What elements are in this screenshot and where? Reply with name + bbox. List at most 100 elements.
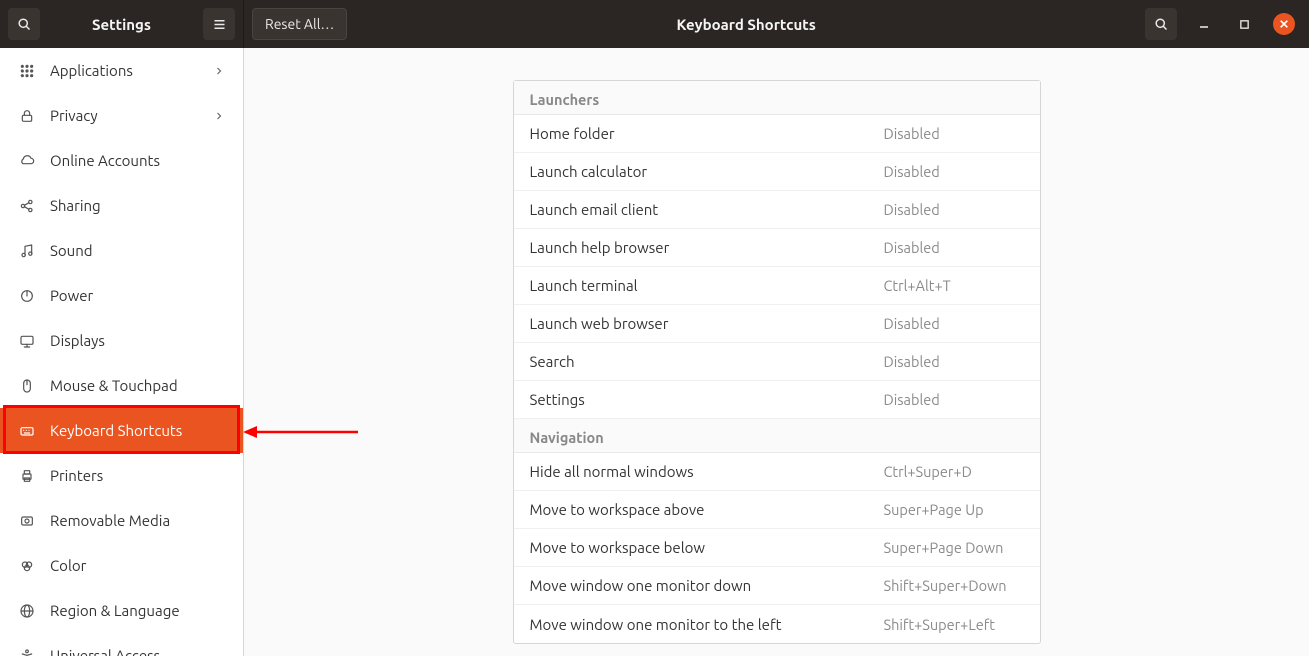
shortcut-action-label: Hide all normal windows — [530, 463, 884, 480]
window-maximize-button[interactable] — [1233, 13, 1255, 35]
reset-all-button[interactable]: Reset All… — [252, 8, 347, 40]
sidebar-item-keyboard-shortcuts[interactable]: Keyboard Shortcuts — [0, 408, 243, 453]
shortcut-action-label: Launch help browser — [530, 239, 884, 256]
shortcut-key-label: Ctrl+Super+D — [884, 463, 1024, 480]
shortcut-row[interactable]: Home folderDisabled — [514, 115, 1040, 153]
shortcut-action-label: Move window one monitor to the left — [530, 616, 884, 633]
shortcut-action-label: Home folder — [530, 125, 884, 142]
reset-all-label: Reset All… — [265, 16, 334, 32]
sidebar-item-sharing[interactable]: Sharing — [0, 183, 243, 228]
titlebar: Settings Reset All… Keyboard Shortcuts — [0, 0, 1309, 48]
shortcut-action-label: Settings — [530, 391, 884, 408]
shortcut-action-label: Launch web browser — [530, 315, 884, 332]
shortcut-key-label: Disabled — [884, 391, 1024, 408]
shortcut-action-label: Move window one monitor down — [530, 577, 884, 594]
shortcut-action-label: Launch calculator — [530, 163, 884, 180]
sidebar-item-label: Power — [50, 287, 225, 304]
shortcut-row[interactable]: Move window one monitor downShift+Super+… — [514, 567, 1040, 605]
sidebar-item-privacy[interactable]: Privacy — [0, 93, 243, 138]
shortcut-key-label: Disabled — [884, 353, 1024, 370]
shortcut-action-label: Launch terminal — [530, 277, 884, 294]
shortcut-row[interactable]: Launch email clientDisabled — [514, 191, 1040, 229]
sidebar-item-label: Displays — [50, 332, 225, 349]
hamburger-menu-button[interactable] — [203, 8, 235, 40]
shortcut-key-label: Disabled — [884, 201, 1024, 218]
display-icon — [18, 333, 36, 349]
sidebar-item-removable-media[interactable]: Removable Media — [0, 498, 243, 543]
sidebar: ApplicationsPrivacy Online Accounts Sharin… — [0, 48, 244, 656]
chevron-right-icon — [213, 65, 225, 77]
group-header: Launchers — [514, 81, 1040, 115]
search-icon — [17, 17, 32, 32]
shortcut-row[interactable]: Hide all normal windowsCtrl+Super+D — [514, 453, 1040, 491]
shortcut-key-label: Ctrl+Alt+T — [884, 277, 1024, 294]
shortcut-row[interactable]: Launch web browserDisabled — [514, 305, 1040, 343]
shortcut-key-label: Disabled — [884, 163, 1024, 180]
sidebar-item-printers[interactable]: Printers — [0, 453, 243, 498]
sidebar-item-label: Sound — [50, 242, 225, 259]
shortcut-row[interactable]: Launch terminalCtrl+Alt+T — [514, 267, 1040, 305]
content-area: LaunchersHome folderDisabledLaunch calcu… — [244, 48, 1309, 656]
sidebar-item-label: Online Accounts — [50, 152, 225, 169]
app-title: Settings — [48, 16, 195, 33]
power-icon — [18, 288, 36, 304]
shortcut-row[interactable]: Launch calculatorDisabled — [514, 153, 1040, 191]
shortcut-row[interactable]: Move to workspace aboveSuper+Page Up — [514, 491, 1040, 529]
color-icon — [18, 558, 36, 574]
sidebar-item-color[interactable]: Color — [0, 543, 243, 588]
media-icon — [18, 513, 36, 529]
chevron-right-icon — [213, 110, 225, 122]
shortcut-action-label: Move to workspace below — [530, 539, 884, 556]
sidebar-item-label: Keyboard Shortcuts — [50, 422, 225, 439]
globe-icon — [18, 603, 36, 619]
grid-icon — [18, 63, 36, 79]
shortcut-key-label: Super+Page Up — [884, 501, 1024, 518]
sidebar-item-label: Color — [50, 557, 225, 574]
page-title: Keyboard Shortcuts — [355, 16, 1137, 33]
keyboard-icon — [18, 423, 36, 439]
shortcut-action-label: Search — [530, 353, 884, 370]
shortcut-key-label: Disabled — [884, 125, 1024, 142]
sidebar-search-button[interactable] — [8, 8, 40, 40]
accessibility-icon — [18, 648, 36, 656]
shortcut-action-label: Move to workspace above — [530, 501, 884, 518]
sidebar-item-applications[interactable]: Applications — [0, 48, 243, 93]
sidebar-item-mouse-touchpad[interactable]: Mouse & Touchpad — [0, 363, 243, 408]
sidebar-item-label: Region & Language — [50, 602, 225, 619]
sidebar-item-power[interactable]: Power — [0, 273, 243, 318]
sidebar-item-label: Mouse & Touchpad — [50, 377, 225, 394]
window-close-button[interactable] — [1273, 13, 1295, 35]
lock-icon — [18, 108, 36, 124]
sidebar-item-displays[interactable]: Displays — [0, 318, 243, 363]
search-icon — [1154, 17, 1169, 32]
shortcuts-panel: LaunchersHome folderDisabledLaunch calcu… — [513, 80, 1041, 644]
shortcut-key-label: Shift+Super+Left — [884, 616, 1024, 633]
shortcut-key-label: Disabled — [884, 239, 1024, 256]
minimize-icon — [1198, 18, 1210, 30]
shortcut-key-label: Super+Page Down — [884, 539, 1024, 556]
cloud-icon — [18, 153, 36, 169]
printer-icon — [18, 468, 36, 484]
shortcut-row[interactable]: Move window one monitor to the leftShift… — [514, 605, 1040, 643]
maximize-icon — [1239, 19, 1250, 30]
sidebar-item-online-accounts[interactable]: Online Accounts — [0, 138, 243, 183]
sidebar-item-label: Printers — [50, 467, 225, 484]
close-icon — [1279, 19, 1289, 29]
hamburger-icon — [212, 17, 227, 32]
shortcut-row[interactable]: Move to workspace belowSuper+Page Down — [514, 529, 1040, 567]
sidebar-item-universal-access[interactable]: Universal Access — [0, 633, 243, 656]
sidebar-item-label: Universal Access — [50, 647, 225, 656]
content-search-button[interactable] — [1145, 8, 1177, 40]
sidebar-item-label: Removable Media — [50, 512, 225, 529]
window-minimize-button[interactable] — [1193, 13, 1215, 35]
shortcut-row[interactable]: Launch help browserDisabled — [514, 229, 1040, 267]
shortcut-action-label: Launch email client — [530, 201, 884, 218]
sidebar-item-label: Sharing — [50, 197, 225, 214]
group-header: Navigation — [514, 419, 1040, 453]
sidebar-item-region-language[interactable]: Region & Language — [0, 588, 243, 633]
shortcut-row[interactable]: SettingsDisabled — [514, 381, 1040, 419]
share-icon — [18, 198, 36, 214]
mouse-icon — [18, 378, 36, 394]
sidebar-item-sound[interactable]: Sound — [0, 228, 243, 273]
shortcut-row[interactable]: SearchDisabled — [514, 343, 1040, 381]
